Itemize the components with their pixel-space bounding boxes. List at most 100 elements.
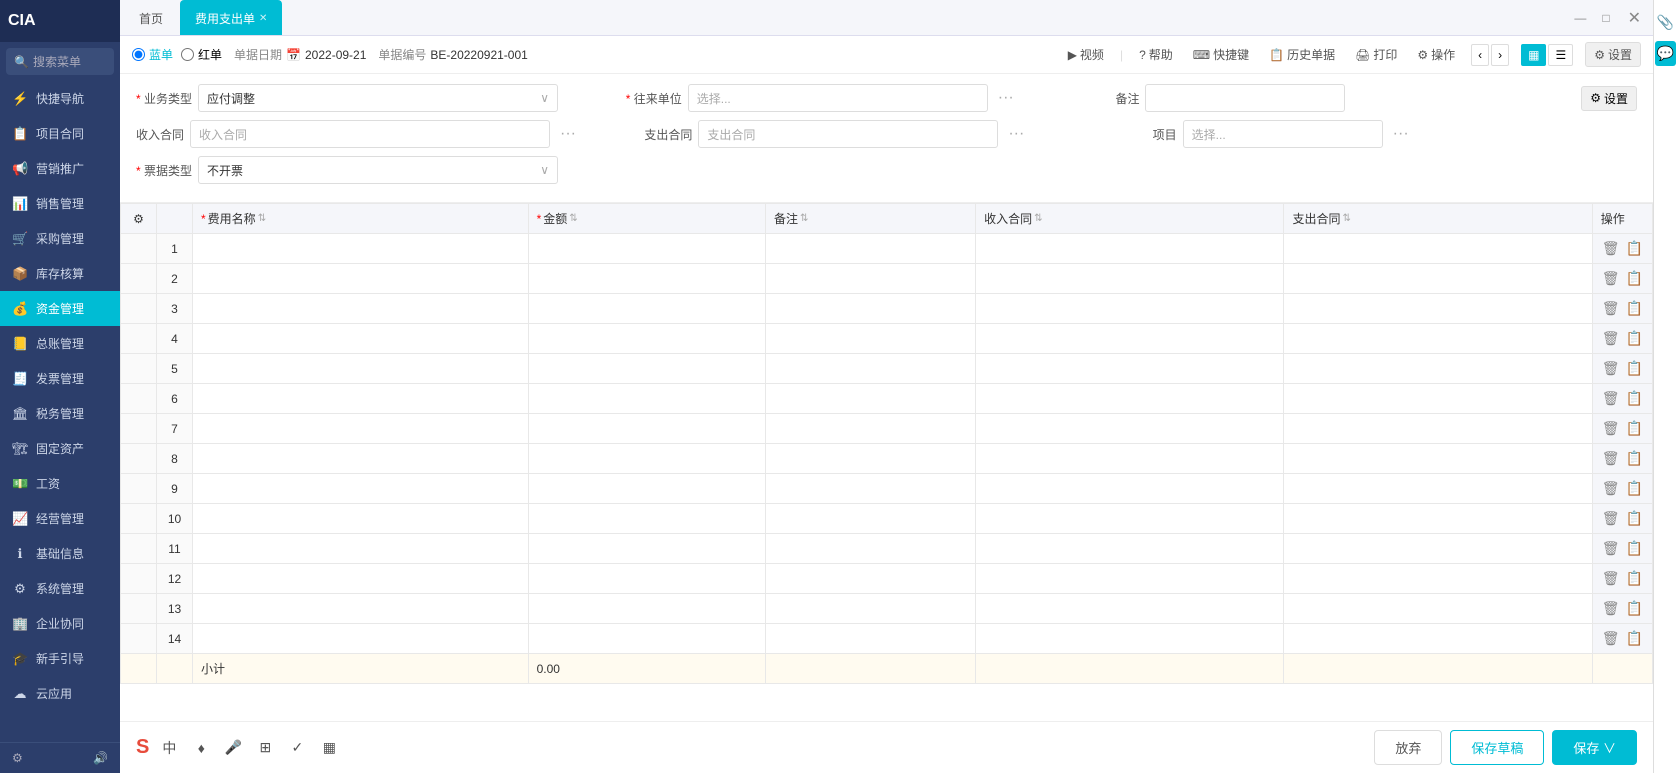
row-expense-contract-cell[interactable] — [1284, 264, 1592, 294]
sidebar-item-enterprise[interactable]: 🏢 企业协同 — [0, 606, 120, 641]
row-expense-contract-cell[interactable] — [1284, 444, 1592, 474]
row-income-contract-cell[interactable] — [976, 474, 1284, 504]
shortcut-btn[interactable]: ⌨ 快捷键 — [1189, 44, 1253, 65]
next-btn[interactable]: › — [1491, 44, 1509, 66]
sidebar-item-newcomer[interactable]: 🎓 新手引导 — [0, 641, 120, 676]
row-remark-cell[interactable] — [766, 234, 976, 264]
row-income-contract-cell[interactable] — [976, 264, 1284, 294]
sidebar-item-sales[interactable]: 📊 销售管理 — [0, 186, 120, 221]
row-name-cell[interactable] — [193, 474, 529, 504]
row-income-contract-cell[interactable] — [976, 324, 1284, 354]
delete-icon[interactable]: 🗑 — [1601, 389, 1621, 408]
row-expense-contract-cell[interactable] — [1284, 564, 1592, 594]
row-remark-cell[interactable] — [766, 534, 976, 564]
row-expense-contract-cell[interactable] — [1284, 294, 1592, 324]
window-maximize[interactable]: □ — [1596, 9, 1615, 27]
row-expense-contract-cell[interactable] — [1284, 324, 1592, 354]
row-amount-cell[interactable] — [528, 534, 765, 564]
row-name-cell[interactable] — [193, 534, 529, 564]
row-expense-contract-cell[interactable] — [1284, 414, 1592, 444]
copy-icon[interactable]: 📋 — [1625, 599, 1644, 618]
row-name-cell[interactable] — [193, 294, 529, 324]
delete-icon[interactable]: 🗑 — [1601, 239, 1621, 258]
video-btn[interactable]: ▶ 视频 — [1064, 44, 1108, 65]
row-amount-cell[interactable] — [528, 444, 765, 474]
copy-icon[interactable]: 📋 — [1625, 449, 1644, 468]
list-view-btn[interactable]: ☰ — [1548, 44, 1573, 66]
row-income-contract-cell[interactable] — [976, 354, 1284, 384]
row-income-contract-cell[interactable] — [976, 564, 1284, 594]
sidebar-item-tax[interactable]: 🏛 税务管理 — [0, 396, 120, 431]
settings-btn[interactable]: ⚙ 设置 — [1585, 42, 1641, 67]
operate-btn[interactable]: ⚙ 操作 — [1413, 44, 1459, 65]
diamond-icon[interactable]: ♦ — [189, 736, 213, 760]
discard-button[interactable]: 放弃 — [1374, 730, 1442, 765]
row-amount-cell[interactable] — [528, 564, 765, 594]
th-expense-contract[interactable]: 支出合同 ⇅ — [1284, 204, 1592, 234]
row-remark-cell[interactable] — [766, 624, 976, 654]
row-amount-cell[interactable] — [528, 624, 765, 654]
row-name-cell[interactable] — [193, 624, 529, 654]
th-income-contract[interactable]: 收入合同 ⇅ — [976, 204, 1284, 234]
copy-icon[interactable]: 📋 — [1625, 539, 1644, 558]
row-income-contract-cell[interactable] — [976, 384, 1284, 414]
row-amount-cell[interactable] — [528, 354, 765, 384]
apps-icon[interactable]: ▦ — [317, 736, 341, 760]
row-amount-cell[interactable] — [528, 234, 765, 264]
zhong-icon[interactable]: 中 — [157, 736, 181, 760]
check-icon[interactable]: ✓ — [285, 736, 309, 760]
sidebar-item-shortcut[interactable]: ⚡ 快捷导航 — [0, 81, 120, 116]
copy-icon[interactable]: 📋 — [1625, 269, 1644, 288]
copy-icon[interactable]: 📋 — [1625, 509, 1644, 528]
th-amount[interactable]: * 金额 ⇅ — [528, 204, 765, 234]
sidebar-item-marketing[interactable]: 📢 营销推广 — [0, 151, 120, 186]
row-income-contract-cell[interactable] — [976, 504, 1284, 534]
tab-expense[interactable]: 费用支出单 ✕ — [180, 0, 282, 35]
right-tab-attach[interactable]: 📎 — [1654, 8, 1677, 37]
delete-icon[interactable]: 🗑 — [1601, 419, 1621, 438]
row-amount-cell[interactable] — [528, 264, 765, 294]
row-name-cell[interactable] — [193, 354, 529, 384]
sidebar-item-capital[interactable]: 💰 资金管理 — [0, 291, 120, 326]
row-expense-contract-cell[interactable] — [1284, 534, 1592, 564]
prev-btn[interactable]: ‹ — [1471, 44, 1489, 66]
history-btn[interactable]: 📋 历史单据 — [1265, 44, 1339, 65]
row-remark-cell[interactable] — [766, 504, 976, 534]
row-remark-cell[interactable] — [766, 594, 976, 624]
radio-blue[interactable]: 蓝单 — [132, 46, 173, 63]
copy-icon[interactable]: 📋 — [1625, 419, 1644, 438]
row-expense-contract-cell[interactable] — [1284, 594, 1592, 624]
copy-icon[interactable]: 📋 — [1625, 359, 1644, 378]
window-minimize[interactable]: — — [1568, 9, 1592, 27]
tab-close-icon[interactable]: ✕ — [259, 13, 267, 24]
row-remark-cell[interactable] — [766, 294, 976, 324]
sidebar-item-operations[interactable]: 📈 经营管理 — [0, 501, 120, 536]
grid-icon[interactable]: ⊞ — [253, 736, 277, 760]
row-income-contract-cell[interactable] — [976, 234, 1284, 264]
row-amount-cell[interactable] — [528, 384, 765, 414]
row-expense-contract-cell[interactable] — [1284, 474, 1592, 504]
project-input[interactable]: 选择... — [1183, 120, 1383, 148]
sidebar-item-purchase[interactable]: 🛒 采购管理 — [0, 221, 120, 256]
sidebar-item-inventory[interactable]: 📦 库存核算 — [0, 256, 120, 291]
th-settings[interactable]: ⚙ — [121, 204, 157, 234]
row-remark-cell[interactable] — [766, 264, 976, 294]
right-tab-active[interactable]: 💬 — [1655, 41, 1676, 66]
row-name-cell[interactable] — [193, 504, 529, 534]
invoice-type-input[interactable]: 不开票 ∨ — [198, 156, 558, 184]
sidebar-item-project-contract[interactable]: 📋 项目合同 — [0, 116, 120, 151]
sidebar-item-base-info[interactable]: ℹ 基础信息 — [0, 536, 120, 571]
row-expense-contract-cell[interactable] — [1284, 354, 1592, 384]
partner-input[interactable]: 选择... — [688, 84, 988, 112]
row-name-cell[interactable] — [193, 444, 529, 474]
row-remark-cell[interactable] — [766, 564, 976, 594]
row-name-cell[interactable] — [193, 264, 529, 294]
row-income-contract-cell[interactable] — [976, 444, 1284, 474]
tab-home[interactable]: 首页 — [124, 0, 178, 35]
row-amount-cell[interactable] — [528, 504, 765, 534]
delete-icon[interactable]: 🗑 — [1601, 569, 1621, 588]
row-name-cell[interactable] — [193, 384, 529, 414]
row-remark-cell[interactable] — [766, 354, 976, 384]
print-btn[interactable]: 🖨 打印 — [1351, 44, 1401, 65]
delete-icon[interactable]: 🗑 — [1601, 509, 1621, 528]
